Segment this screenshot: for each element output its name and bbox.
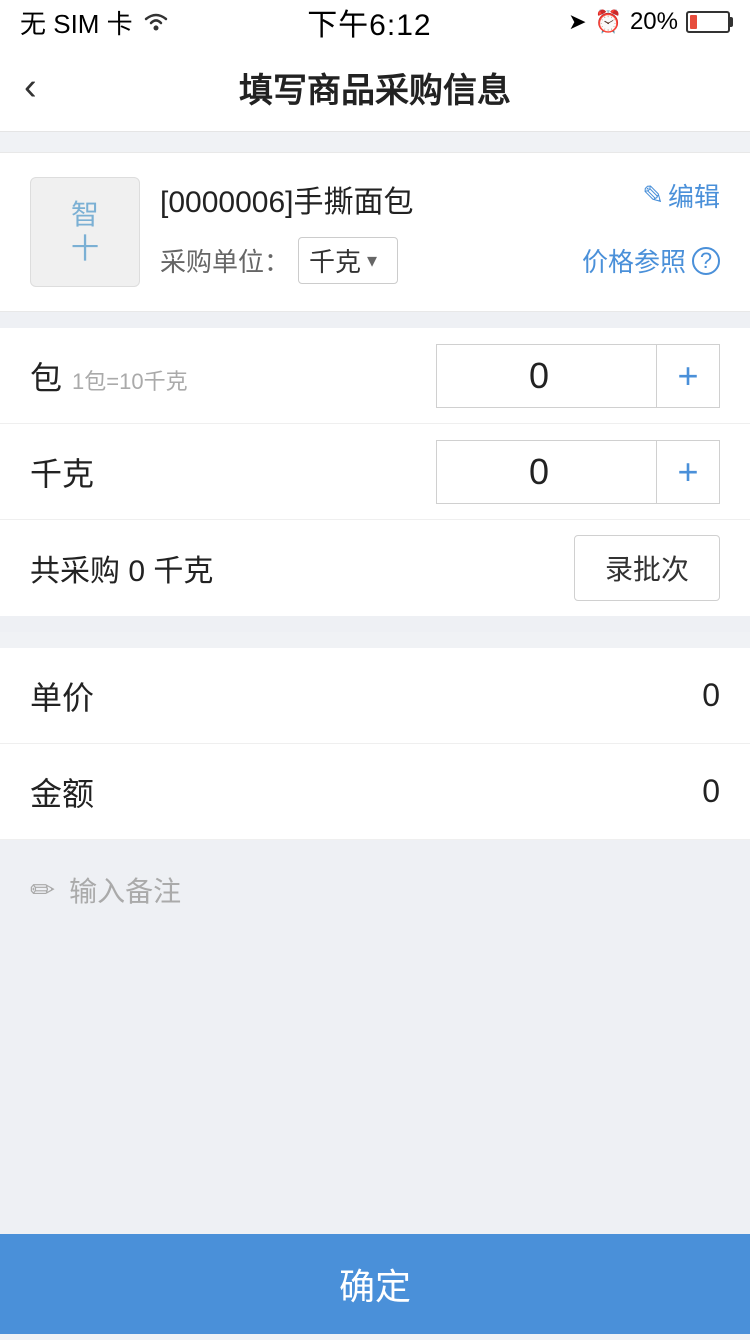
product-unit-row: 采购单位： 千克 ▾ 价格参照 ? (160, 237, 720, 284)
unit-select[interactable]: 千克 ▾ (298, 237, 398, 284)
bao-quantity-input[interactable] (436, 344, 656, 408)
product-logo: 智 十 (71, 198, 99, 265)
bao-label: 包 1包=10千克 (30, 353, 188, 399)
amount-row: 金额 0 (0, 744, 750, 840)
wifi-icon (141, 7, 171, 38)
battery-icon (686, 11, 730, 33)
amount-label: 金额 (30, 769, 94, 815)
kg-plus-button[interactable]: + (656, 440, 720, 504)
kg-quantity-input[interactable] (436, 440, 656, 504)
product-top-row: [0000006]手撕面包 ✎ 编辑 (160, 177, 720, 221)
carrier-text: 无 SIM 卡 (20, 4, 133, 41)
edit-button[interactable]: ✎ 编辑 (642, 177, 720, 214)
section-divider-2 (0, 616, 750, 632)
summary-text: 共采购 0 千克 (30, 546, 213, 590)
status-time: 下午6:12 (307, 0, 431, 44)
page-title: 填写商品采购信息 (239, 63, 511, 112)
bao-row: 包 1包=10千克 + (0, 328, 750, 424)
unit-price-value: 0 (702, 677, 720, 714)
product-card: 智 十 [0000006]手撕面包 ✎ 编辑 采购单位： 千克 ▾ (0, 152, 750, 312)
empty-space (0, 940, 750, 1240)
note-section[interactable]: ✏ 输入备注 (0, 840, 750, 940)
pencil-icon: ✏ (30, 873, 55, 908)
status-bar: 无 SIM 卡 下午6:12 ➤ ⏰ 20% (0, 0, 750, 44)
edit-icon: ✎ (642, 180, 664, 211)
batch-button[interactable]: 录批次 (574, 535, 720, 601)
price-info-section: 单价 0 金额 0 (0, 648, 750, 840)
unit-label: 采购单位： 千克 ▾ (160, 237, 398, 284)
chevron-down-icon: ▾ (367, 248, 377, 273)
section-divider-1 (0, 312, 750, 328)
status-left: 无 SIM 卡 (20, 4, 171, 41)
input-section: 包 1包=10千克 + 千克 + (0, 328, 750, 520)
unit-price-label: 单价 (30, 673, 94, 719)
product-name: [0000006]手撕面包 (160, 177, 413, 221)
back-button[interactable]: ‹ (24, 66, 37, 109)
kg-input-control: + (436, 440, 720, 504)
summary-row: 共采购 0 千克 录批次 (0, 520, 750, 616)
price-reference-button[interactable]: 价格参照 ? (582, 242, 720, 279)
product-info: [0000006]手撕面包 ✎ 编辑 采购单位： 千克 ▾ 价格参照 ? (160, 177, 720, 284)
kg-label: 千克 (30, 449, 94, 495)
unit-price-row: 单价 0 (0, 648, 750, 744)
product-thumbnail: 智 十 (30, 177, 140, 287)
location-icon: ➤ (568, 9, 586, 35)
alarm-icon: ⏰ (595, 9, 622, 35)
confirm-button[interactable]: 确定 (0, 1234, 750, 1334)
bao-sub-label: 1包=10千克 (72, 364, 188, 396)
bao-input-control: + (436, 344, 720, 408)
kg-row: 千克 + (0, 424, 750, 520)
battery-percent: 20% (630, 8, 678, 36)
nav-bar: ‹ 填写商品采购信息 (0, 44, 750, 132)
help-icon: ? (692, 247, 720, 275)
bao-plus-button[interactable]: + (656, 344, 720, 408)
note-placeholder-text: 输入备注 (69, 870, 181, 910)
status-right: ➤ ⏰ 20% (568, 8, 730, 36)
amount-value: 0 (702, 773, 720, 810)
